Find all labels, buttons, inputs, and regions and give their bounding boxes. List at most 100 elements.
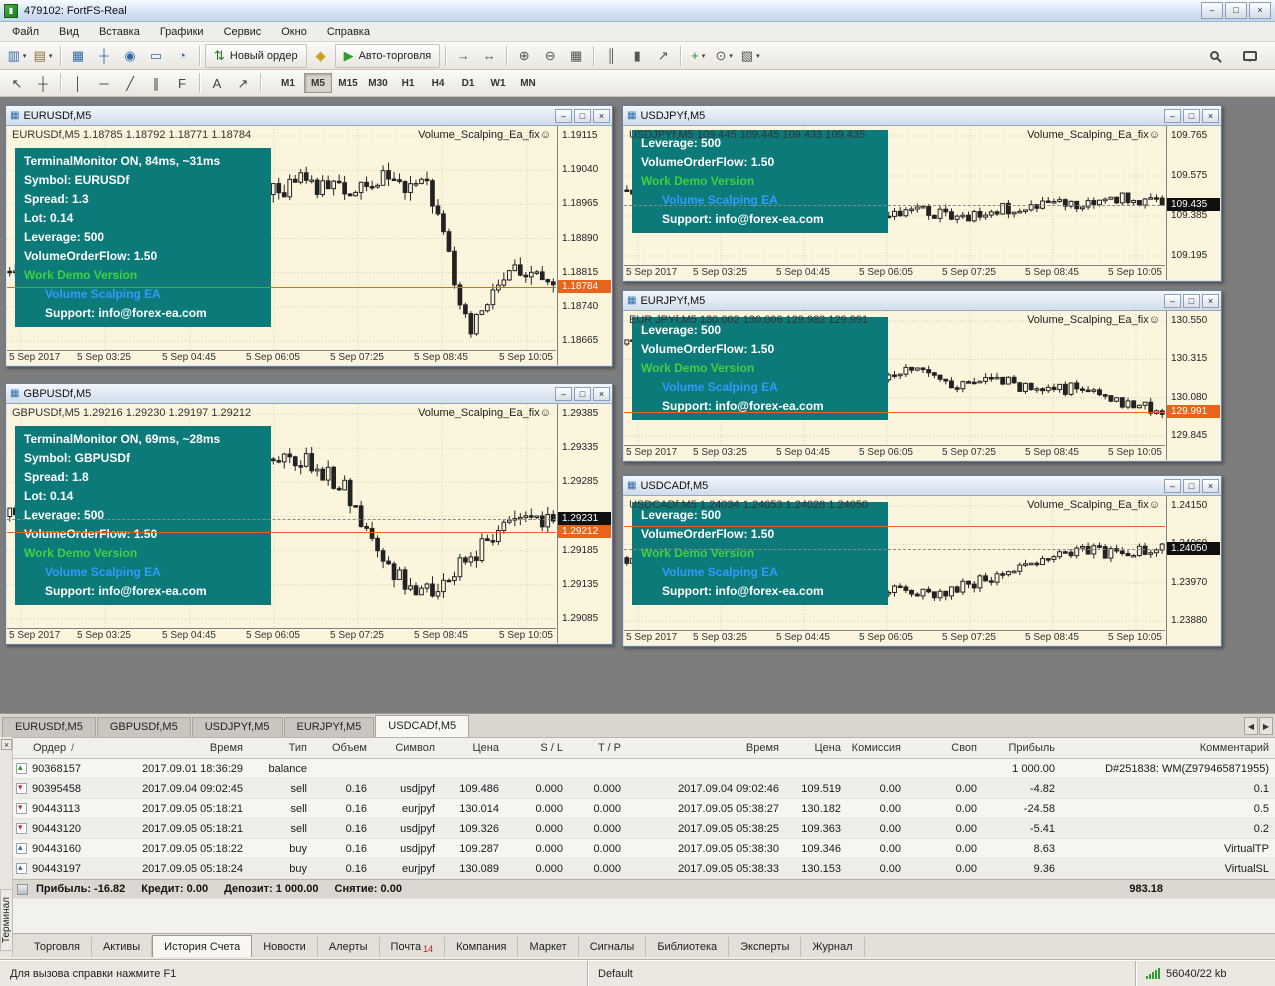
terminal-tab-Библиотека[interactable]: Библиотека [646,937,730,957]
chart-close-button[interactable]: × [593,386,610,401]
toolbar-button-new-chart[interactable]: ▥ ▾ [5,44,29,68]
history-row[interactable]: 90395458 2017.09.04 09:02:45 sell 0.16 usdjp… [13,779,1275,799]
toolbar-button-zoom-in[interactable]: ⊕ [512,44,536,68]
timeframe-M5[interactable]: M5 [304,73,332,93]
toolbar-button-zoom-out[interactable]: ⊖ [538,44,562,68]
terminal-tab-Торговля[interactable]: Торговля [23,937,92,957]
chart-restore-button[interactable]: □ [1183,293,1200,308]
history-row[interactable]: 90368157 2017.09.01 18:36:29 balance 1 000.… [13,759,1275,779]
timeframe-H1[interactable]: H1 [394,73,422,93]
toolbar-button-cursor[interactable]: ↖ [5,71,29,95]
chart-plot[interactable]: Leverage: 500 VolumeOrderFlow: 1.50 Work D… [624,126,1165,266]
chart-window-titlebar[interactable]: ▦ EURJPYf,M5 – □ × [623,291,1221,311]
toolbar-button-fibonacci[interactable]: F [170,71,194,95]
column-header-T / P[interactable]: T / P [569,738,627,758]
column-header-Комментарий[interactable]: Комментарий [1061,738,1275,758]
minimize-button[interactable]: – [1201,2,1223,19]
timeframe-M1[interactable]: M1 [274,73,302,93]
chart-close-button[interactable]: × [1202,108,1219,123]
toolbar-button-data-window[interactable]: ┼ [92,44,116,68]
chart-minimize-button[interactable]: – [1164,478,1181,493]
chart-restore-button[interactable]: □ [574,386,591,401]
column-header-S / L[interactable]: S / L [505,738,569,758]
toolbar-button-search[interactable] [1202,44,1226,68]
chart-tab-EURUSDf,M5[interactable]: EURUSDf,M5 [2,717,96,737]
history-row[interactable]: 90443160 2017.09.05 05:18:22 buy 0.16 usdjpy… [13,839,1275,859]
timeframe-M15[interactable]: M15 [334,73,362,93]
terminal-tab-История Счета[interactable]: История Счета [152,935,253,957]
close-button[interactable]: × [1249,2,1271,19]
toolbar-button-autotrading[interactable]: ▶ Авто-торговля [334,43,441,68]
chart-tab-USDCADf,M5[interactable]: USDCADf,M5 [375,715,470,737]
toolbar-button-chat[interactable] [1238,44,1262,68]
chart-minimize-button[interactable]: – [555,108,572,123]
history-row[interactable]: 90443197 2017.09.05 05:18:24 buy 0.16 eurjpy… [13,859,1275,879]
chart-tab-USDJPYf,M5[interactable]: USDJPYf,M5 [191,717,283,737]
chart-window-titlebar[interactable]: ▦ EURUSDf,M5 – □ × [6,106,612,126]
chart-minimize-button[interactable]: – [555,386,572,401]
column-header-Объем[interactable]: Объем [313,738,373,758]
timeframe-D1[interactable]: D1 [454,73,482,93]
terminal-side-tab[interactable]: Терминал [0,888,13,951]
menu-Файл[interactable]: Файл [2,24,49,40]
chart-close-button[interactable]: × [593,108,610,123]
chart-window-titlebar[interactable]: ▦ GBPUSDf,M5 – □ × [6,384,612,404]
column-header-Время[interactable]: Время [627,738,785,758]
terminal-tab-Компания[interactable]: Компания [445,937,519,957]
terminal-tab-Эксперты[interactable]: Эксперты [729,937,802,957]
column-header-Цена[interactable]: Цена [441,738,505,758]
menu-Окно[interactable]: Окно [271,24,317,40]
toolbar-button-arrows-tool[interactable]: ↗ [231,71,255,95]
menu-Сервис[interactable]: Сервис [214,24,272,40]
toolbar-button-metaeditor[interactable]: ◆ [309,44,333,68]
toolbar-button-tile-windows[interactable]: ▦ [564,44,588,68]
menu-Справка[interactable]: Справка [317,24,380,40]
toolbar-button-strategy-tester[interactable]: ◔ [170,44,194,68]
chart-close-button[interactable]: × [1202,478,1219,493]
chart-restore-button[interactable]: □ [1183,478,1200,493]
toolbar-button-new-order[interactable]: ⇅ Новый ордер [205,43,307,68]
chart-window-titlebar[interactable]: ▦ USDCADf,M5 – □ × [623,476,1221,496]
column-header-Комиссия[interactable]: Комиссия [847,738,907,758]
chart-window-titlebar[interactable]: ▦ USDJPYf,M5 – □ × [623,106,1221,126]
chart-plot[interactable]: Leverage: 500 VolumeOrderFlow: 1.50 Work D… [624,496,1165,631]
timeframe-MN[interactable]: MN [514,73,542,93]
timeframe-W1[interactable]: W1 [484,73,512,93]
terminal-close-button[interactable]: × [1,739,12,750]
chart-plot[interactable]: Leverage: 500 VolumeOrderFlow: 1.50 Work D… [624,311,1165,446]
terminal-tab-Почта[interactable]: Почта 14 [380,937,446,957]
toolbar-button-market-watch[interactable]: ▦ [66,44,90,68]
toolbar-button-horizontal-line[interactable]: ─ [92,71,116,95]
chart-restore-button[interactable]: □ [574,108,591,123]
history-row[interactable]: 90443120 2017.09.05 05:18:21 sell 0.16 usdjp… [13,819,1275,839]
toolbar-button-trendline[interactable]: ╱ [118,71,142,95]
toolbar-button-equidistant-channel[interactable]: ∥ [144,71,168,95]
menu-Вставка[interactable]: Вставка [89,24,150,40]
tab-scroll-left-button[interactable]: ◀ [1244,717,1258,735]
chart-plot[interactable]: TerminalMonitor ON, 84ms, ~31ms Symbol: E… [7,126,556,351]
tab-scroll-right-button[interactable]: ▶ [1259,717,1273,735]
column-header-Тип[interactable]: Тип [249,738,313,758]
history-row[interactable]: 90443113 2017.09.05 05:18:21 sell 0.16 eurjp… [13,799,1275,819]
status-profile-segment[interactable]: Default [587,961,1135,986]
toolbar-button-line-chart-mode[interactable]: ↗ [651,44,675,68]
column-header-Ордер[interactable]: Ордер / [13,738,99,758]
terminal-tab-Новости[interactable]: Новости [252,937,318,957]
terminal-tab-Журнал[interactable]: Журнал [801,937,865,957]
menu-Графики[interactable]: Графики [150,24,214,40]
chart-close-button[interactable]: × [1202,293,1219,308]
column-header-Цена[interactable]: Цена [785,738,847,758]
chart-minimize-button[interactable]: – [1164,108,1181,123]
toolbar-button-bar-chart-mode[interactable]: ║ [599,44,623,68]
toolbar-button-text-label[interactable]: A [205,71,229,95]
column-header-Прибыль[interactable]: Прибыль [983,738,1061,758]
toolbar-button-chart-shift[interactable]: → [451,44,475,68]
toolbar-button-periods[interactable]: ⊙ ▾ [712,44,736,68]
toolbar-button-templates[interactable]: ▧ ▾ [738,44,762,68]
column-header-Время[interactable]: Время [99,738,249,758]
menu-Вид[interactable]: Вид [49,24,89,40]
toolbar-button-indicators[interactable]: + ▾ [686,44,710,68]
chart-minimize-button[interactable]: – [1164,293,1181,308]
timeframe-M30[interactable]: M30 [364,73,392,93]
toolbar-button-chart-autoscroll[interactable]: ↔ [477,44,501,68]
